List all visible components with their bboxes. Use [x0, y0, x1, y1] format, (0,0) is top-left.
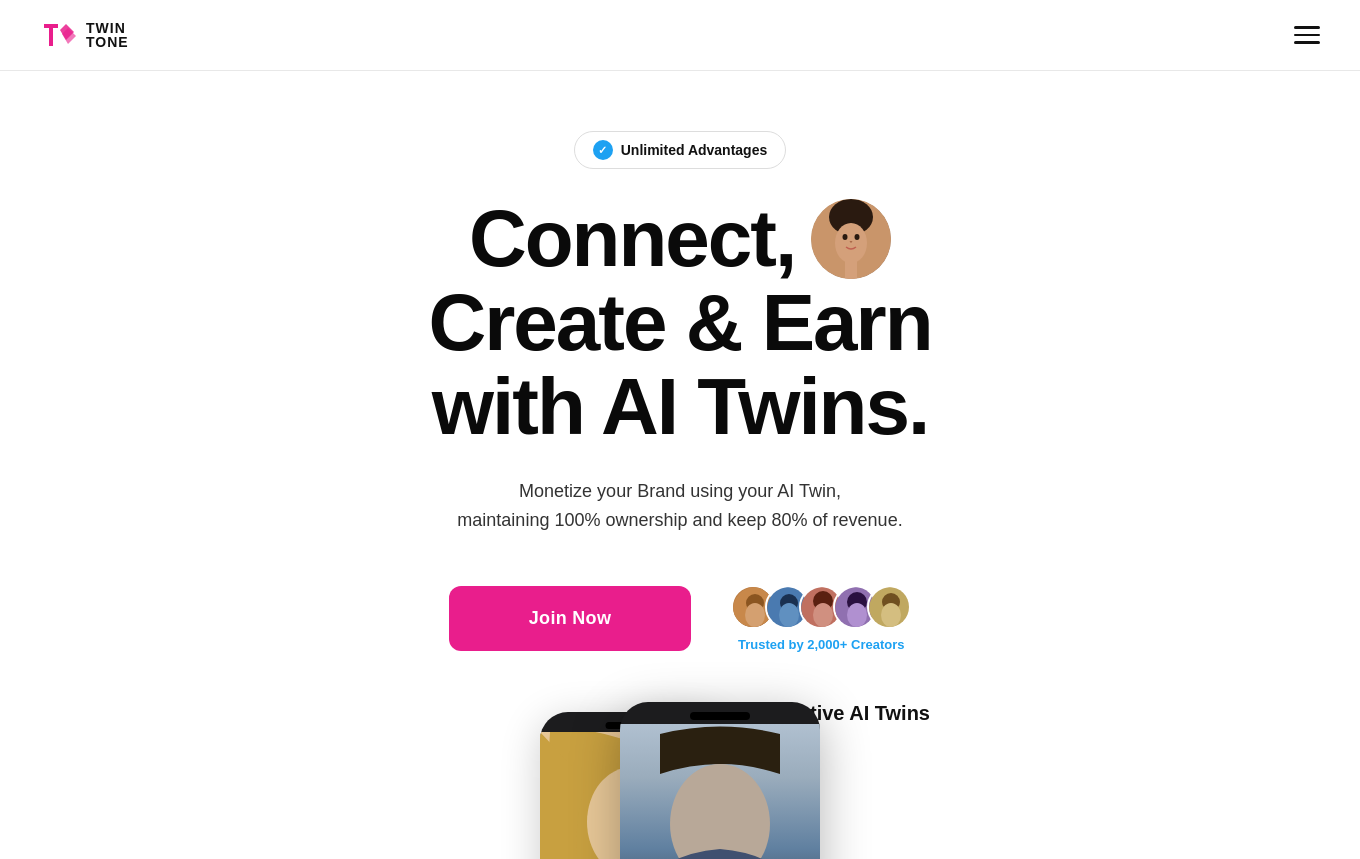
subtext-line1: Monetize your Brand using your AI Twin,: [519, 481, 841, 501]
badge: Unlimited Advantages: [574, 131, 787, 169]
svg-point-4: [855, 234, 860, 240]
hero-section: Unlimited Advantages Connect,: [0, 71, 1360, 859]
headline-wrap: Connect,: [428, 197, 931, 449]
hero-avatar: [811, 199, 891, 279]
trusted-text: Trusted by 2,000+ Creators: [738, 637, 905, 652]
logo-text: TWIN TONE: [86, 21, 129, 49]
phone-front-face: [620, 724, 820, 859]
svg-point-14: [813, 603, 833, 627]
menu-line-3: [1294, 41, 1320, 44]
header: TWIN TONE: [0, 0, 1360, 71]
svg-point-17: [847, 603, 867, 627]
svg-point-22: [670, 764, 770, 859]
hero-subtext: Monetize your Brand using your AI Twin, …: [457, 477, 902, 535]
logo-tone: TONE: [86, 35, 129, 49]
cta-row: Join Now: [449, 585, 911, 652]
creator-avatar-5: [867, 585, 911, 629]
join-now-button[interactable]: Join Now: [449, 586, 691, 651]
menu-line-1: [1294, 26, 1320, 29]
logo-twin: TWIN: [86, 21, 129, 35]
headline-line2: Create & Earn: [428, 281, 931, 365]
badge-check-icon: [593, 140, 613, 160]
svg-point-11: [779, 603, 799, 627]
phone-front: [620, 702, 820, 859]
headline-connect: Connect,: [469, 197, 795, 281]
headline-line3: with AI Twins.: [428, 365, 931, 449]
social-proof: Trusted by 2,000+ Creators: [731, 585, 911, 652]
menu-line-2: [1294, 34, 1320, 37]
phone-mockup-area: Interactive AI Twins: [330, 702, 1030, 859]
svg-rect-5: [845, 259, 857, 279]
phone-notch-front: [690, 712, 750, 720]
headline-line1: Connect,: [428, 197, 931, 281]
logo[interactable]: TWIN TONE: [40, 16, 129, 54]
svg-point-8: [745, 603, 765, 627]
logo-icon: [40, 16, 78, 54]
avatars-row: [731, 585, 911, 629]
svg-point-3: [843, 234, 848, 240]
subtext-line2: maintaining 100% ownership and keep 80% …: [457, 510, 902, 530]
headline: Connect,: [428, 197, 931, 449]
svg-point-20: [881, 603, 901, 627]
badge-text: Unlimited Advantages: [621, 142, 768, 158]
hamburger-menu[interactable]: [1294, 26, 1320, 44]
